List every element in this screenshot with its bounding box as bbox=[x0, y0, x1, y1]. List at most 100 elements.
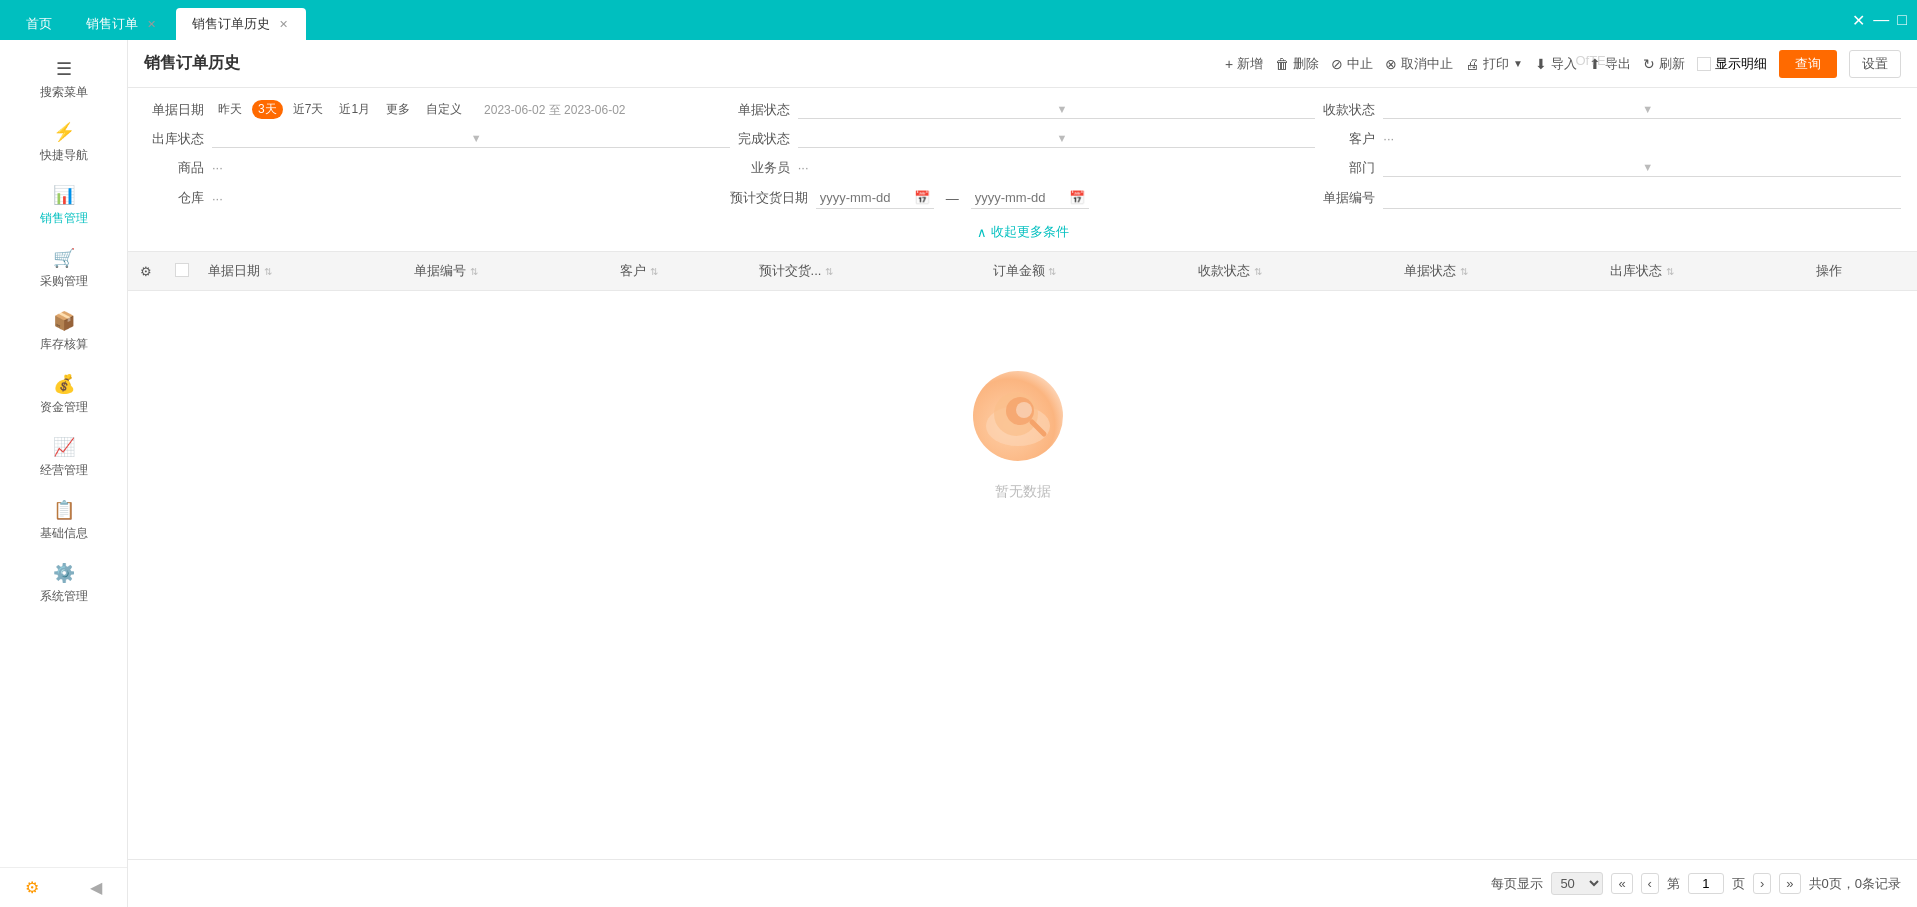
bill-status-label: 单据状态 bbox=[730, 101, 790, 119]
th-bill-date-label: 单据日期 bbox=[208, 263, 260, 278]
th-order-amount-label: 订单金额 bbox=[993, 263, 1045, 278]
sys-mgmt-icon: ⚙️ bbox=[53, 562, 75, 584]
tab-sales-order-label: 销售订单 bbox=[86, 15, 138, 33]
topbar-close-icon[interactable]: ✕ bbox=[1852, 11, 1865, 30]
delivery-date-label: 预计交货日期 bbox=[730, 189, 808, 207]
collapse-row[interactable]: ∧ 收起更多条件 bbox=[144, 219, 1901, 245]
bill-number-input[interactable] bbox=[1383, 187, 1901, 209]
filter-row-2: 出库状态 ▼ 完成状态 ▼ 客户 ··· bbox=[144, 129, 1901, 148]
first-page-btn[interactable]: « bbox=[1611, 873, 1632, 894]
warehouse-label: 仓库 bbox=[144, 189, 204, 207]
empty-text: 暂无数据 bbox=[995, 483, 1051, 501]
collapse-label: 收起更多条件 bbox=[991, 223, 1069, 241]
query-button[interactable]: 查询 bbox=[1779, 50, 1837, 78]
sidebar-item-operations[interactable]: 📈 经营管理 bbox=[0, 426, 127, 489]
sidebar-item-quick-nav[interactable]: ⚡ 快捷导航 bbox=[0, 111, 127, 174]
th-payment-status[interactable]: 收款状态 ⇅ bbox=[1190, 252, 1396, 291]
topbar-maximize-icon[interactable]: □ bbox=[1897, 11, 1907, 29]
close-sales-order-tab[interactable]: ✕ bbox=[144, 17, 158, 31]
sidebar-collapse-btn[interactable]: ◀ bbox=[90, 878, 102, 897]
page-size-select[interactable]: 50 10 20 100 bbox=[1551, 872, 1603, 895]
refresh-button[interactable]: ↻ 刷新 bbox=[1643, 55, 1685, 73]
stop-button[interactable]: ⊘ 中止 bbox=[1331, 55, 1373, 73]
page-input[interactable] bbox=[1688, 873, 1724, 894]
th-setting[interactable]: ⚙ bbox=[128, 252, 164, 291]
last-page-btn[interactable]: » bbox=[1779, 873, 1800, 894]
goods-ellipsis[interactable]: ··· bbox=[212, 160, 223, 175]
department-select[interactable]: ▼ bbox=[1383, 158, 1901, 177]
sidebar-item-inventory[interactable]: 📦 库存核算 bbox=[0, 300, 127, 363]
delivery-date-from-input[interactable] bbox=[820, 190, 910, 205]
tab-home[interactable]: 首页 bbox=[10, 8, 68, 40]
th-order-amount[interactable]: 订单金额 ⇅ bbox=[985, 252, 1191, 291]
date-option-more[interactable]: 更多 bbox=[380, 100, 416, 119]
th-order-amount-sort-icon: ⇅ bbox=[1048, 266, 1056, 277]
calendar-to-icon[interactable]: 📅 bbox=[1069, 190, 1085, 205]
th-checkbox[interactable] bbox=[164, 252, 200, 291]
empty-svg bbox=[978, 376, 1058, 456]
sidebar-item-search-menu[interactable]: ☰ 搜索菜单 bbox=[0, 48, 127, 111]
th-delivery-date[interactable]: 预计交货... ⇅ bbox=[751, 252, 985, 291]
date-option-3days[interactable]: 3天 bbox=[252, 100, 283, 119]
th-delivery-date-sort-icon: ⇅ bbox=[825, 266, 833, 277]
sidebar-label-sales-mgmt: 销售管理 bbox=[40, 210, 88, 227]
show-detail-checkbox[interactable] bbox=[1697, 57, 1711, 71]
th-actions: 操作 bbox=[1808, 252, 1917, 291]
payment-status-label: 收款状态 bbox=[1315, 101, 1375, 119]
th-bill-number-sort-icon: ⇅ bbox=[470, 266, 478, 277]
th-warehouse-status[interactable]: 出库状态 ⇅ bbox=[1602, 252, 1808, 291]
delete-button[interactable]: 🗑 删除 bbox=[1275, 55, 1319, 73]
print-button[interactable]: 🖨 打印 ▼ bbox=[1465, 55, 1523, 73]
import-button[interactable]: ⬇ 导入 bbox=[1535, 55, 1577, 73]
delivery-date-to-input[interactable] bbox=[975, 190, 1065, 205]
date-option-7days[interactable]: 近7天 bbox=[287, 100, 330, 119]
close-sales-order-history-tab[interactable]: ✕ bbox=[276, 17, 290, 31]
topbar-minimize-icon[interactable]: — bbox=[1873, 11, 1889, 29]
stop-label: 中止 bbox=[1347, 55, 1373, 73]
th-bill-date[interactable]: 单据日期 ⇅ bbox=[200, 252, 406, 291]
empty-icon bbox=[973, 371, 1073, 471]
sidebar: ☰ 搜索菜单 ⚡ 快捷导航 📊 销售管理 🛒 采购管理 📦 库存核算 💰 资金管… bbox=[0, 40, 128, 907]
print-dropdown-icon: ▼ bbox=[1513, 58, 1523, 69]
settings-button[interactable]: 设置 bbox=[1849, 50, 1901, 78]
customer-ellipsis[interactable]: ··· bbox=[1383, 131, 1394, 146]
top-bar-right: ✕ — □ bbox=[1852, 11, 1907, 30]
th-bill-status-label: 单据状态 bbox=[1404, 263, 1456, 278]
data-table: ⚙ 单据日期 ⇅ 单据编号 ⇅ 客户 bbox=[128, 252, 1917, 291]
tab-sales-order[interactable]: 销售订单 ✕ bbox=[70, 8, 174, 40]
cancel-stop-button[interactable]: ⊗ 取消中止 bbox=[1385, 55, 1453, 73]
sidebar-item-basic-info[interactable]: 📋 基础信息 bbox=[0, 489, 127, 552]
new-button[interactable]: + 新增 bbox=[1225, 55, 1263, 73]
warehouse-ellipsis[interactable]: ··· bbox=[212, 191, 223, 206]
next-page-btn[interactable]: › bbox=[1753, 873, 1771, 894]
tab-sales-order-history[interactable]: 销售订单历史 ✕ bbox=[176, 8, 306, 40]
complete-status-select[interactable]: ▼ bbox=[798, 129, 1316, 148]
th-bill-status-sort-icon: ⇅ bbox=[1460, 266, 1468, 277]
date-option-1month[interactable]: 近1月 bbox=[333, 100, 376, 119]
calendar-from-icon[interactable]: 📅 bbox=[914, 190, 930, 205]
inventory-icon: 📦 bbox=[53, 310, 75, 332]
filter-warehouse: 仓库 ··· bbox=[144, 189, 730, 207]
sidebar-settings-btn[interactable]: ⚙ bbox=[25, 878, 39, 897]
new-label: 新增 bbox=[1237, 55, 1263, 73]
sidebar-item-sales-mgmt[interactable]: 📊 销售管理 bbox=[0, 174, 127, 237]
warehouse-status-select[interactable]: ▼ bbox=[212, 129, 730, 148]
sidebar-item-purchase-mgmt[interactable]: 🛒 采购管理 bbox=[0, 237, 127, 300]
prev-page-btn[interactable]: ‹ bbox=[1641, 873, 1659, 894]
th-bill-number[interactable]: 单据编号 ⇅ bbox=[406, 252, 612, 291]
export-button[interactable]: ⬆ 导出 bbox=[1589, 55, 1631, 73]
bill-status-select[interactable]: ▼ bbox=[798, 100, 1316, 119]
main-layout: ☰ 搜索菜单 ⚡ 快捷导航 📊 销售管理 🛒 采购管理 📦 库存核算 💰 资金管… bbox=[0, 40, 1917, 907]
sidebar-item-sys-mgmt[interactable]: ⚙️ 系统管理 bbox=[0, 552, 127, 615]
th-bill-status[interactable]: 单据状态 ⇅ bbox=[1396, 252, 1602, 291]
date-range-text: 2023-06-02 至 2023-06-02 bbox=[484, 102, 625, 119]
date-option-yesterday[interactable]: 昨天 bbox=[212, 100, 248, 119]
th-bill-number-label: 单据编号 bbox=[414, 263, 466, 278]
payment-status-select[interactable]: ▼ bbox=[1383, 100, 1901, 119]
cancel-stop-icon: ⊗ bbox=[1385, 56, 1397, 72]
salesperson-ellipsis[interactable]: ··· bbox=[798, 160, 809, 175]
th-customer[interactable]: 客户 ⇅ bbox=[612, 252, 751, 291]
date-option-custom[interactable]: 自定义 bbox=[420, 100, 468, 119]
new-icon: + bbox=[1225, 56, 1233, 72]
sidebar-item-finance[interactable]: 💰 资金管理 bbox=[0, 363, 127, 426]
